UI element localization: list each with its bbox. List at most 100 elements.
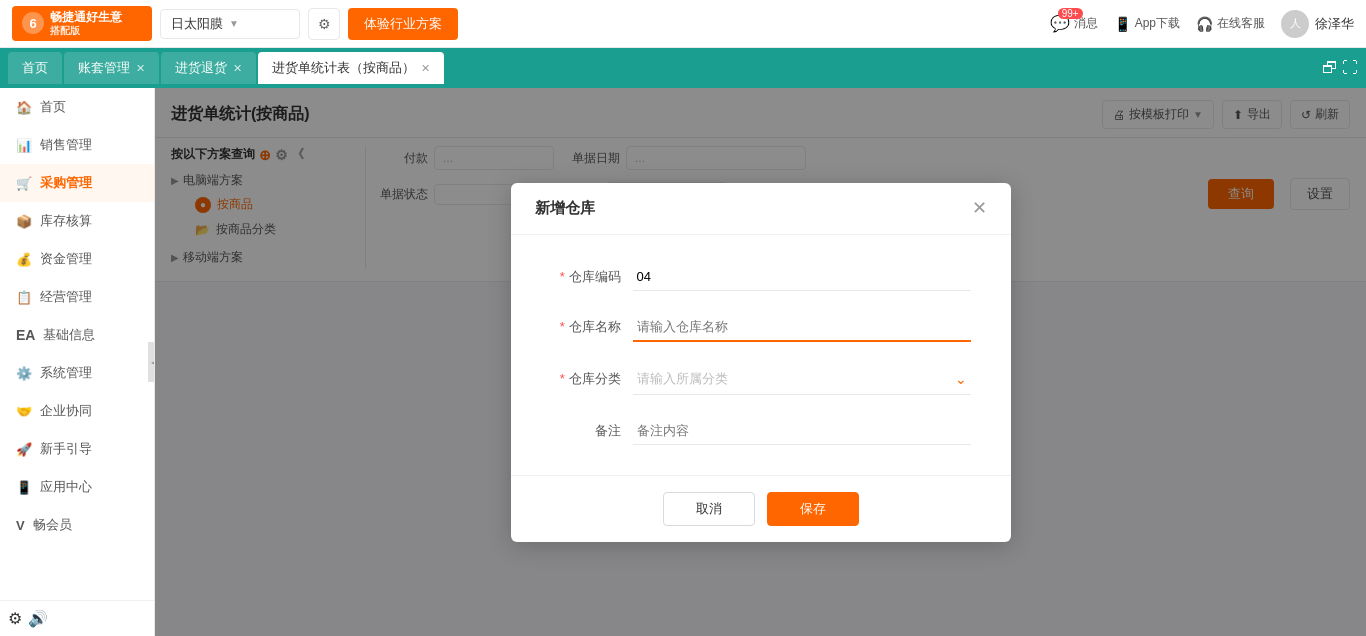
warehouse-name-label: * 仓库名称 [551,318,621,336]
app-edition: 搭配版 [50,25,122,37]
app-title: 畅捷通好生意 [50,10,122,24]
tab-actions: 🗗 ⛶ [1322,59,1358,77]
system-icon: ⚙️ [16,366,32,381]
warehouse-category-label: * 仓库分类 [551,370,621,388]
sidebar-item-sales[interactable]: 📊 销售管理 [0,126,154,164]
store-name: 日太阳膜 [171,15,223,33]
sidebar-label: 首页 [40,98,66,116]
sidebar-label: 系统管理 [40,364,92,382]
modal-title: 新增仓库 [535,199,595,218]
sidebar-item-management[interactable]: 📋 经营管理 [0,278,154,316]
user-area[interactable]: 人 徐泽华 [1281,10,1354,38]
tab-purchase-stats[interactable]: 进货单统计表（按商品） ✕ [258,52,444,84]
app-download-area[interactable]: 📱 App下载 [1114,15,1180,32]
volume-icon[interactable]: 🔊 [28,609,48,628]
app-center-icon: 📱 [16,480,32,495]
sidebar-collapse-handle[interactable]: ◀ [148,342,155,382]
tab-fullscreen-button[interactable]: ⛶ [1342,59,1358,77]
settings-small-icon[interactable]: ⚙ [8,609,22,628]
finance-icon: 💰 [16,252,32,267]
chevron-down-icon: ▼ [229,18,239,29]
warehouse-category-select[interactable]: 请输入所属分类 ⌄ [633,364,971,395]
tab-restore-button[interactable]: 🗗 [1322,59,1338,77]
sidebar-label: 新手引导 [40,440,92,458]
sidebar-item-system[interactable]: ⚙️ 系统管理 [0,354,154,392]
sidebar-item-purchase[interactable]: 🛒 采购管理 [0,164,154,202]
remark-label: 备注 [551,422,621,440]
sidebar-label: 基础信息 [43,326,95,344]
message-badge: 99+ [1058,8,1083,19]
logo-area: 6 畅捷通好生意 搭配版 [12,6,152,40]
gear-icon: ⚙ [318,16,331,32]
modal-dialog: 新增仓库 ✕ * 仓库编码 [511,183,1011,542]
guide-icon: 🚀 [16,442,32,457]
tab-account[interactable]: 账套管理 ✕ [64,52,159,84]
sidebar-label: 资金管理 [40,250,92,268]
sidebar-item-basic-info[interactable]: EA 基础信息 [0,316,154,354]
sidebar-item-finance[interactable]: 💰 资金管理 [0,240,154,278]
page-content: 进货单统计(按商品) 🖨 按模板打印 ▼ ⬆ 导出 ↺ 刷新 [155,88,1366,636]
sidebar-bottom-actions: ⚙ 🔊 [0,600,154,636]
sidebar-label: 经营管理 [40,288,92,306]
avatar: 人 [1281,10,1309,38]
modal-close-button[interactable]: ✕ [972,199,987,217]
warehouse-name-row: * 仓库名称 [551,313,971,342]
trial-button[interactable]: 体验行业方案 [348,8,458,40]
sidebar-item-enterprise[interactable]: 🤝 企业协同 [0,392,154,430]
warehouse-category-row: * 仓库分类 请输入所属分类 ⌄ [551,364,971,395]
settings-button[interactable]: ⚙ [308,8,340,40]
remark-row: 备注 [551,417,971,445]
save-button[interactable]: 保存 [767,492,859,526]
sidebar-label: 企业协同 [40,402,92,420]
tab-home[interactable]: 首页 [8,52,62,84]
tab-purchase-return[interactable]: 进货退货 ✕ [161,52,256,84]
purchase-icon: 🛒 [16,176,32,191]
tab-close-icon[interactable]: ✕ [233,62,242,75]
warehouse-name-input[interactable] [633,313,971,342]
remark-input[interactable] [633,417,971,445]
management-icon: 📋 [16,290,32,305]
tab-close-icon[interactable]: ✕ [421,62,430,75]
sidebar-label: 库存核算 [40,212,92,230]
modal-body: * 仓库编码 * 仓库名称 [511,235,1011,475]
warehouse-code-input[interactable] [633,263,971,291]
sidebar-item-vip[interactable]: V 畅会员 [0,506,154,544]
sales-icon: 📊 [16,138,32,153]
warehouse-code-label: * 仓库编码 [551,268,621,286]
sidebar-item-home[interactable]: 🏠 首页 [0,88,154,126]
basic-info-icon: EA [16,327,35,343]
sidebar-label: 销售管理 [40,136,92,154]
app-download-label: App下载 [1135,15,1180,32]
modal-backdrop: 新增仓库 ✕ * 仓库编码 [155,88,1366,636]
category-placeholder: 请输入所属分类 [637,370,728,388]
username: 徐泽华 [1315,15,1354,33]
sidebar-item-guide[interactable]: 🚀 新手引导 [0,430,154,468]
modal-header: 新增仓库 ✕ [511,183,1011,235]
logo-icon: 6 [22,12,44,34]
header-right: 💬 99+ 消息 📱 App下载 🎧 在线客服 人 徐泽华 [1050,10,1354,38]
mobile-icon: 📱 [1114,16,1131,32]
sidebar-label: 畅会员 [33,516,72,534]
store-selector[interactable]: 日太阳膜 ▼ [160,9,300,39]
sidebar-label: 应用中心 [40,478,92,496]
vip-icon: V [16,518,25,533]
modal-footer: 取消 保存 [511,475,1011,542]
online-service-label: 在线客服 [1217,15,1265,32]
sidebar-label: 采购管理 [40,174,92,192]
sidebar: 🏠 首页 📊 销售管理 🛒 采购管理 📦 库存核算 💰 资金管理 📋 经营管理 … [0,88,155,636]
home-icon: 🏠 [16,100,32,115]
top-header: 6 畅捷通好生意 搭配版 日太阳膜 ▼ ⚙ 体验行业方案 💬 99+ 消息 📱 … [0,0,1366,48]
enterprise-icon: 🤝 [16,404,32,419]
warehouse-code-row: * 仓库编码 [551,263,971,291]
cancel-button[interactable]: 取消 [663,492,755,526]
main-layout: 🏠 首页 📊 销售管理 🛒 采购管理 📦 库存核算 💰 资金管理 📋 经营管理 … [0,88,1366,636]
sidebar-item-app-center[interactable]: 📱 应用中心 [0,468,154,506]
messages-area[interactable]: 💬 99+ 消息 [1050,14,1098,33]
nav-tabs-bar: 首页 账套管理 ✕ 进货退货 ✕ 进货单统计表（按商品） ✕ 🗗 ⛶ [0,48,1366,88]
inventory-icon: 📦 [16,214,32,229]
headset-icon: 🎧 [1196,16,1213,32]
online-service-area[interactable]: 🎧 在线客服 [1196,15,1265,32]
tab-close-icon[interactable]: ✕ [136,62,145,75]
sidebar-item-inventory[interactable]: 📦 库存核算 [0,202,154,240]
category-dropdown-icon: ⌄ [955,371,967,387]
